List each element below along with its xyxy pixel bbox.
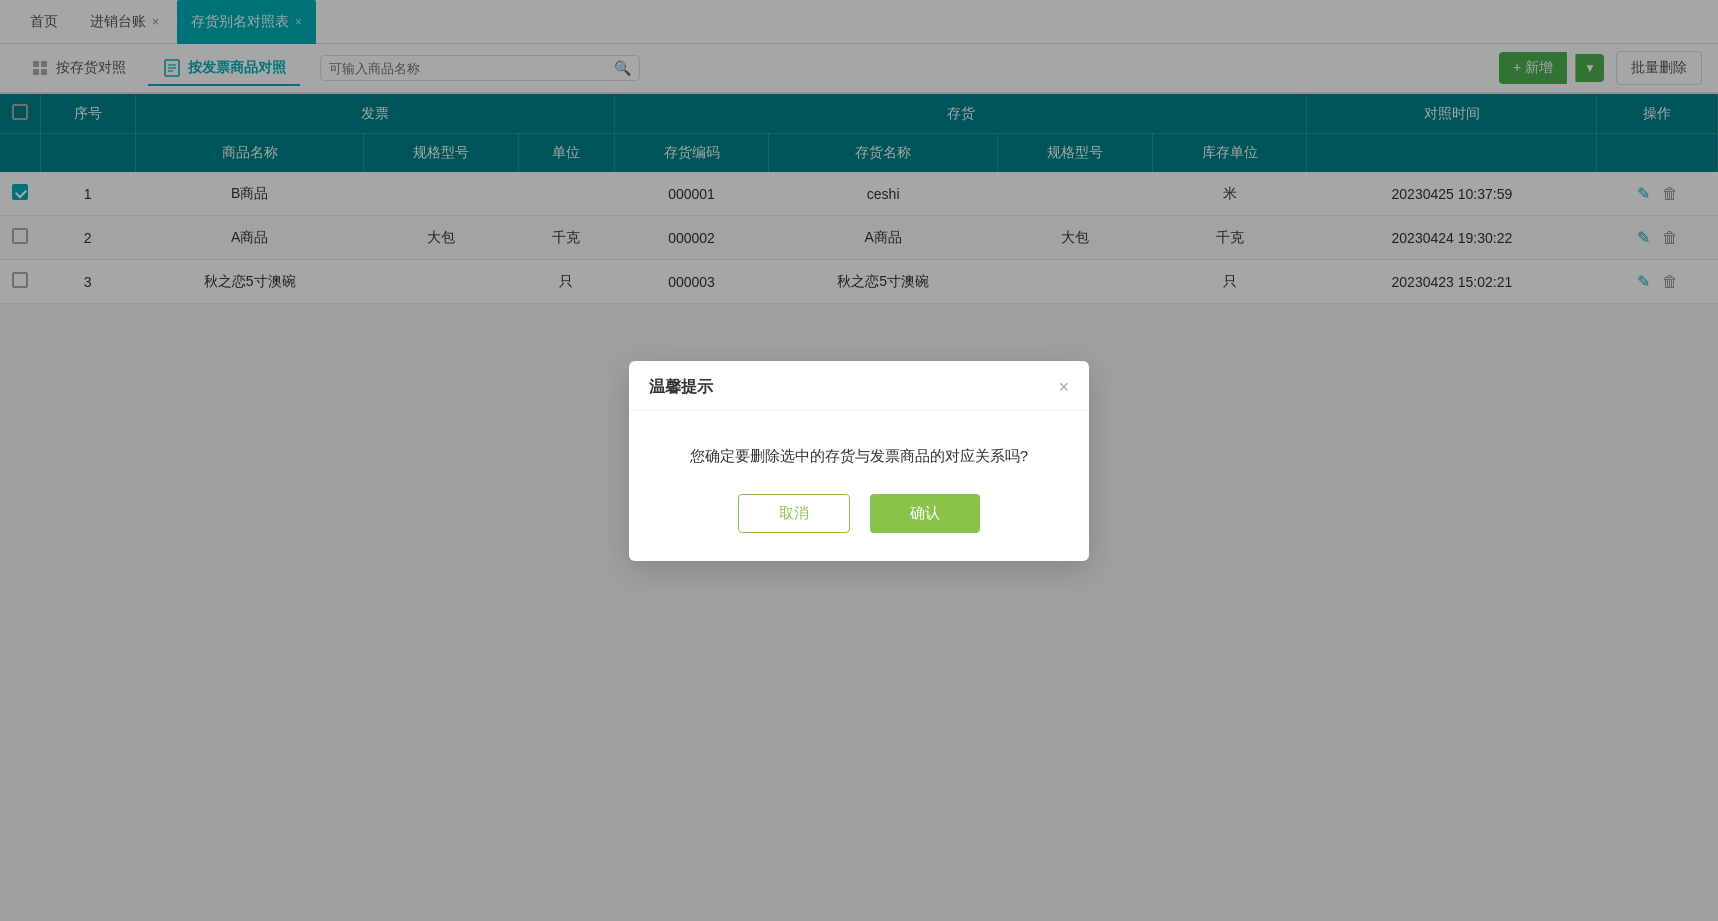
dialog-overlay: 温馨提示 × 您确定要删除选中的存货与发票商品的对应关系吗? 取消 确认: [0, 0, 1718, 304]
